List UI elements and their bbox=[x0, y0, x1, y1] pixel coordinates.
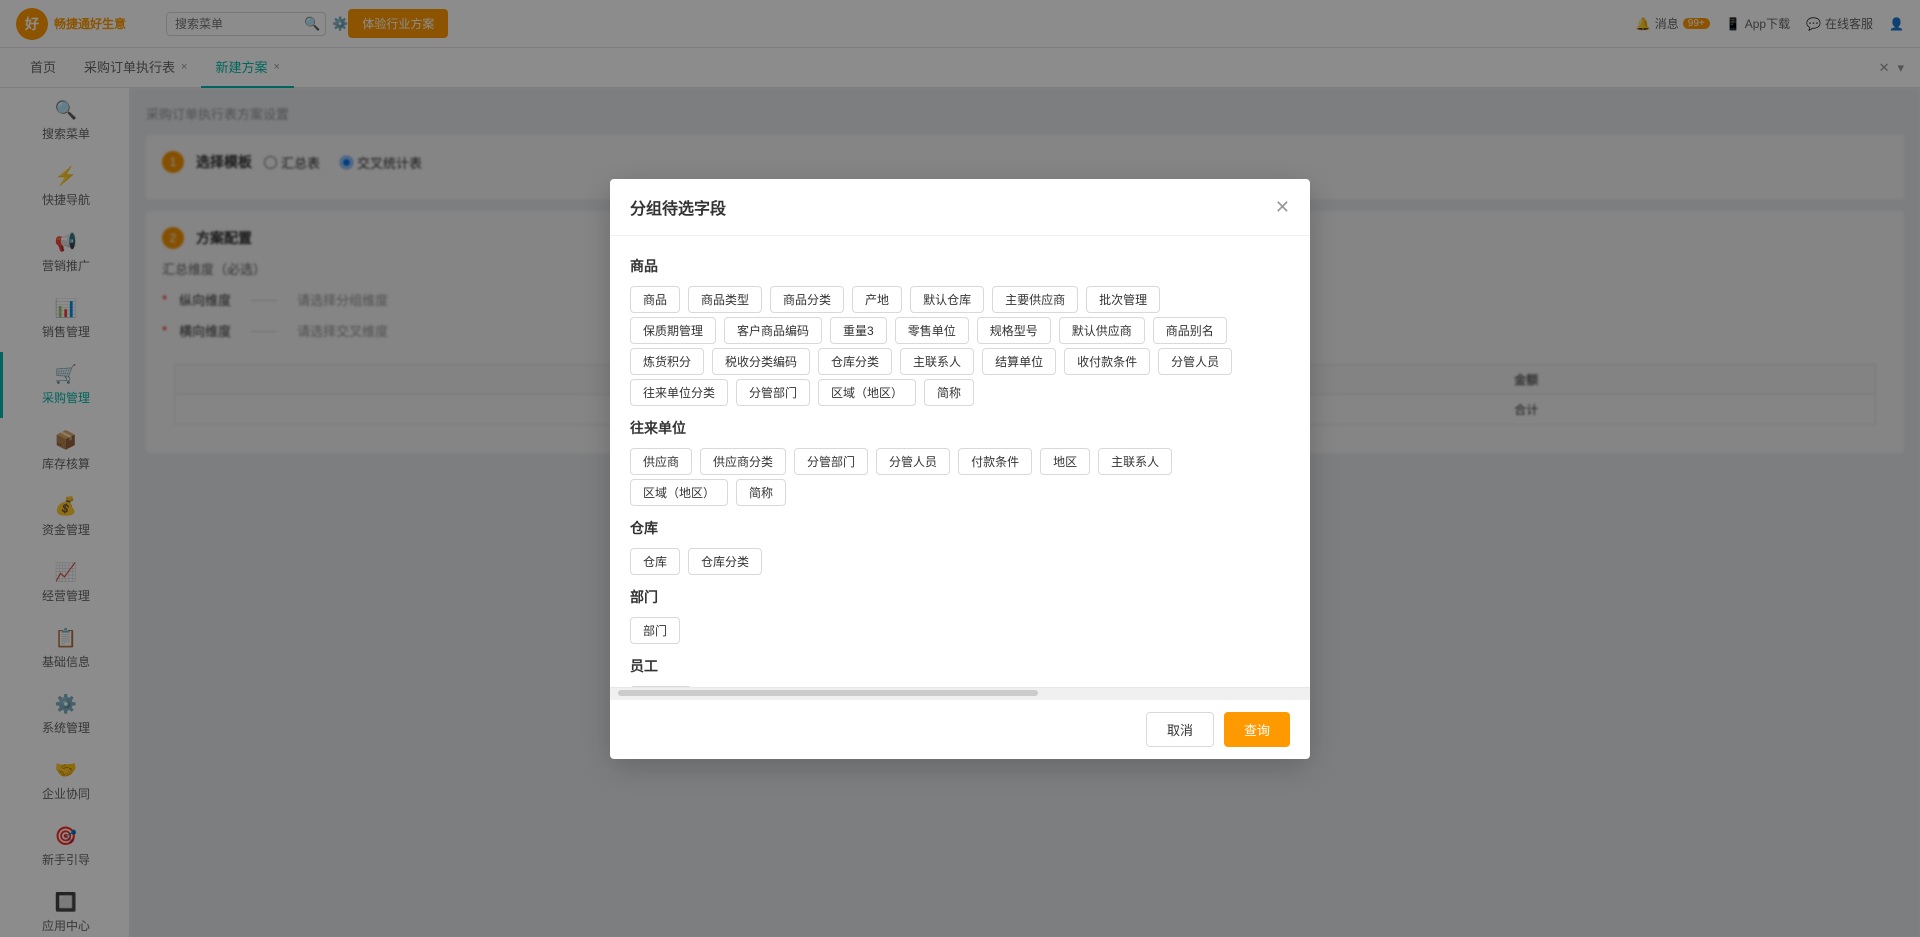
fields-row-goods-3: 炼货积分 税收分类编码 仓库分类 主联系人 结算单位 收付款条件 分管人员 bbox=[630, 348, 1290, 375]
field-tag-warehouse[interactable]: 仓库 bbox=[630, 548, 680, 575]
field-tag-partner-person[interactable]: 分管人员 bbox=[876, 448, 950, 475]
fields-row-goods-1: 商品 商品类型 商品分类 产地 默认仓库 主要供应商 批次管理 bbox=[630, 286, 1290, 313]
field-tag-short-name[interactable]: 简称 bbox=[924, 379, 974, 406]
fields-row-partner-1: 供应商 供应商分类 分管部门 分管人员 付款条件 地区 主联系人 bbox=[630, 448, 1290, 475]
field-tag-refine-points[interactable]: 炼货积分 bbox=[630, 348, 704, 375]
modal-body: 商品 商品 商品类型 商品分类 产地 默认仓库 主要供应商 批次管理 保质期管理… bbox=[610, 236, 1310, 687]
modal-header: 分组待选字段 ✕ bbox=[610, 179, 1310, 236]
field-tag-main-supplier[interactable]: 主要供应商 bbox=[992, 286, 1078, 313]
fields-row-goods-4: 往来单位分类 分管部门 区域（地区） 简称 bbox=[630, 379, 1290, 406]
field-tag-goods-category[interactable]: 商品分类 bbox=[770, 286, 844, 313]
field-tag-partner-area[interactable]: 区域（地区） bbox=[630, 479, 728, 506]
field-tag-weight[interactable]: 重量3 bbox=[830, 317, 887, 344]
modal-title: 分组待选字段 bbox=[630, 195, 726, 219]
field-tag-settle-unit[interactable]: 结算单位 bbox=[982, 348, 1056, 375]
field-tag-supervisor[interactable]: 分管人员 bbox=[1158, 348, 1232, 375]
field-tag-batch-mgmt[interactable]: 批次管理 bbox=[1086, 286, 1160, 313]
field-tag-goods[interactable]: 商品 bbox=[630, 286, 680, 313]
section-title-dept: 部门 bbox=[630, 587, 1290, 607]
field-tag-payment-terms[interactable]: 收付款条件 bbox=[1064, 348, 1150, 375]
field-tag-origin[interactable]: 产地 bbox=[852, 286, 902, 313]
confirm-button[interactable]: 查询 bbox=[1224, 712, 1290, 747]
fields-row-partner-2: 区域（地区） 简称 bbox=[630, 479, 1290, 506]
field-tag-region[interactable]: 区域（地区） bbox=[818, 379, 916, 406]
field-tag-wh-category[interactable]: 仓库分类 bbox=[688, 548, 762, 575]
field-tag-shelf-life[interactable]: 保质期管理 bbox=[630, 317, 716, 344]
field-tag-partner-region[interactable]: 地区 bbox=[1040, 448, 1090, 475]
field-select-modal: 分组待选字段 ✕ 商品 商品 商品类型 商品分类 产地 默认仓库 主要供应商 批… bbox=[610, 179, 1310, 759]
field-tag-supplier[interactable]: 供应商 bbox=[630, 448, 692, 475]
cancel-button[interactable]: 取消 bbox=[1146, 712, 1214, 747]
field-tag-customer-code[interactable]: 客户商品编码 bbox=[724, 317, 822, 344]
field-tag-partner-contact[interactable]: 主联系人 bbox=[1098, 448, 1172, 475]
modal-footer: 取消 查询 bbox=[610, 699, 1310, 759]
field-tag-main-contact[interactable]: 主联系人 bbox=[900, 348, 974, 375]
field-tag-partner-short[interactable]: 简称 bbox=[736, 479, 786, 506]
field-tag-warehouse-category[interactable]: 仓库分类 bbox=[818, 348, 892, 375]
field-tag-department[interactable]: 部门 bbox=[630, 617, 680, 644]
fields-row-warehouse: 仓库 仓库分类 bbox=[630, 548, 1290, 575]
field-tag-tax-code[interactable]: 税收分类编码 bbox=[712, 348, 810, 375]
field-tag-partner-category[interactable]: 往来单位分类 bbox=[630, 379, 728, 406]
section-title-warehouse: 仓库 bbox=[630, 518, 1290, 538]
section-title-partner: 往来单位 bbox=[630, 418, 1290, 438]
field-tag-dept[interactable]: 分管部门 bbox=[736, 379, 810, 406]
field-tag-retail-unit[interactable]: 零售单位 bbox=[895, 317, 969, 344]
field-tag-default-warehouse[interactable]: 默认仓库 bbox=[910, 286, 984, 313]
modal-hscroll[interactable] bbox=[610, 687, 1310, 699]
field-tag-goods-type[interactable]: 商品类型 bbox=[688, 286, 762, 313]
fields-row-dept: 部门 bbox=[630, 617, 1290, 644]
modal-overlay[interactable]: 分组待选字段 ✕ 商品 商品 商品类型 商品分类 产地 默认仓库 主要供应商 批… bbox=[0, 0, 1920, 937]
field-tag-partner-dept[interactable]: 分管部门 bbox=[794, 448, 868, 475]
field-tag-default-supplier[interactable]: 默认供应商 bbox=[1059, 317, 1145, 344]
field-tag-goods-alias[interactable]: 商品别名 bbox=[1153, 317, 1227, 344]
field-tag-partner-payment[interactable]: 付款条件 bbox=[958, 448, 1032, 475]
fields-row-goods-2: 保质期管理 客户商品编码 重量3 零售单位 规格型号 默认供应商 商品别名 bbox=[630, 317, 1290, 344]
field-tag-spec-model[interactable]: 规格型号 bbox=[977, 317, 1051, 344]
modal-close-icon[interactable]: ✕ bbox=[1275, 198, 1290, 216]
section-title-employee: 员工 bbox=[630, 656, 1290, 676]
section-title-goods: 商品 bbox=[630, 256, 1290, 276]
field-tag-supplier-category[interactable]: 供应商分类 bbox=[700, 448, 786, 475]
